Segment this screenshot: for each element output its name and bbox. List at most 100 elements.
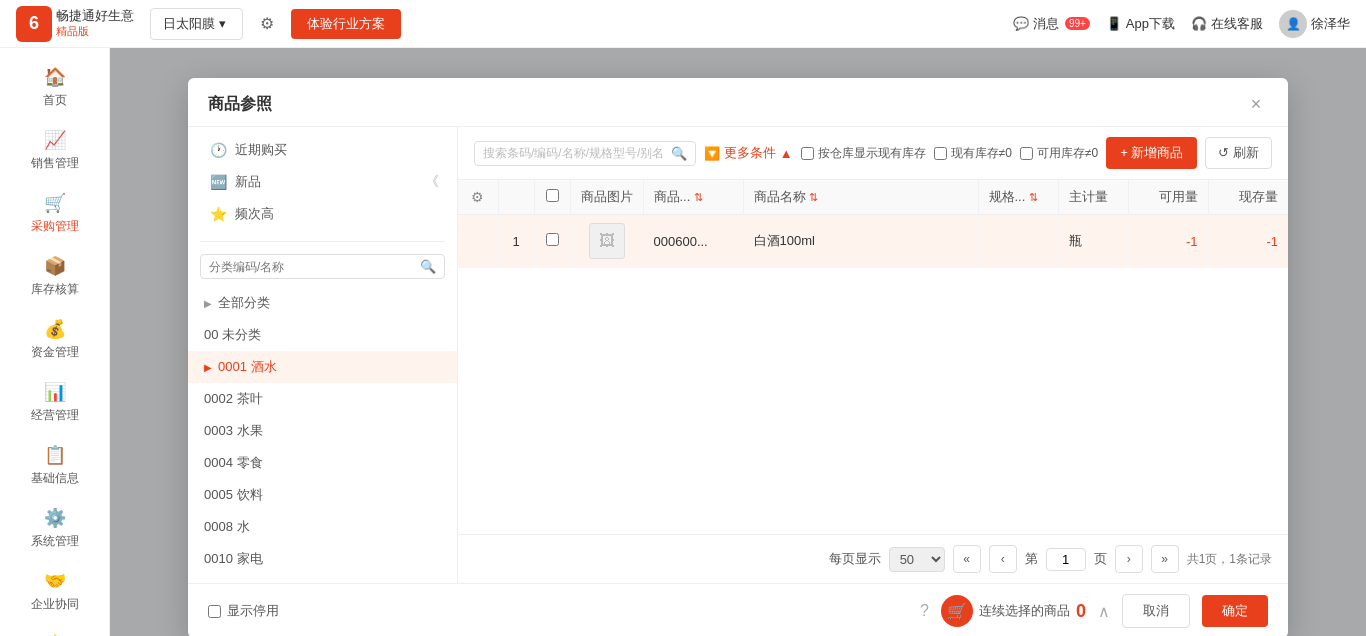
help-icon[interactable]: ? [920,602,929,620]
tab-frequent[interactable]: ⭐ 频次高 [200,199,419,229]
sidebar-item-purchase[interactable]: 🛒 采购管理 [0,182,109,245]
show-disabled-input[interactable] [208,605,221,618]
cart-label: 连续选择的商品 [979,602,1070,620]
footer-collapse-icon[interactable]: ∧ [1098,602,1110,621]
category-item-uncategorized[interactable]: 00 未分类 [188,319,457,351]
last-page-button[interactable]: » [1151,545,1179,573]
td-unit-0: 瓶 [1058,215,1128,268]
sidebar-item-enterprise[interactable]: 🤝 企业协同 [0,560,109,623]
tab-recent-purchase[interactable]: 🕐 近期购买 [200,135,419,165]
table-row[interactable]: 1 🖼 000600... 白酒100ml 瓶 -1 -1 [458,215,1288,268]
purchase-icon: 🛒 [44,192,66,214]
category-item-all[interactable]: ▶ 全部分类 [188,287,457,319]
settings-icon[interactable]: ⚙ [251,8,283,40]
category-item-snack[interactable]: 0004 零食 [188,447,457,479]
modal-overlay: 商品参照 × 🕐 近期购买 [110,48,1366,636]
experience-button[interactable]: 体验行业方案 [291,9,401,39]
sort-icon-spec[interactable]: ⇅ [1029,191,1038,203]
sidebar-item-sales[interactable]: 📈 销售管理 [0,119,109,182]
finance-icon: 💰 [44,318,66,340]
prev-page-button[interactable]: ‹ [989,545,1017,573]
user-profile-item[interactable]: 👤 徐泽华 [1279,10,1350,38]
next-page-button[interactable]: › [1115,545,1143,573]
column-settings-icon[interactable]: ⚙ [471,189,484,205]
logo-icon: 6 [16,6,52,42]
checkbox-stock-not-zero-input[interactable] [934,147,947,160]
enterprise-icon: 🤝 [44,570,66,592]
select-all-checkbox[interactable] [546,189,559,202]
td-num-0: 1 [498,215,534,268]
modal-header: 商品参照 × [188,78,1288,127]
th-spec-label: 规格... [989,189,1026,204]
sidebar-label-finance: 资金管理 [31,344,79,361]
more-filters-button[interactable]: 🔽 更多条件 ▲ [704,144,793,162]
add-product-button[interactable]: + 新增商品 [1106,137,1197,169]
td-name-0: 白酒100ml [743,215,978,268]
sidebar-item-home[interactable]: 🏠 首页 [0,56,109,119]
checkbox-avail-not-zero-input[interactable] [1020,147,1033,160]
pagination: 每页显示 50 10 20 100 « ‹ 第 页 [458,534,1288,583]
category-item-water[interactable]: 0008 水 [188,511,457,543]
checkbox-stock-warehouse-input[interactable] [801,147,814,160]
first-page-button[interactable]: « [953,545,981,573]
td-avail-0: -1 [1128,215,1208,268]
checkbox-avail-not-zero[interactable]: 可用库存≠0 [1020,145,1098,162]
online-service-item[interactable]: 🎧 在线客服 [1191,15,1263,33]
category-item-liquor[interactable]: ▶ 0001 酒水 [188,351,457,383]
sidebar-item-guide[interactable]: 🌟 新手引导 [0,623,109,636]
sort-icon-name[interactable]: ⇅ [809,191,818,203]
category-item-fruit[interactable]: 0003 水果 [188,415,457,447]
category-item-appliance[interactable]: 0010 家电 [188,543,457,575]
sidebar-label-sales: 销售管理 [31,155,79,172]
refresh-button[interactable]: ↺ 刷新 [1205,137,1272,169]
messages-label: 消息 [1033,15,1059,33]
inventory-icon: 📦 [44,255,66,277]
modal-toolbar: 🔍 🔽 更多条件 ▲ 按仓库显示现有库存 [458,127,1288,180]
checkbox-stock-warehouse-label: 按仓库显示现有库存 [818,145,926,162]
page-label: 第 [1025,550,1038,568]
confirm-button[interactable]: 确定 [1202,595,1268,627]
category-item-drink[interactable]: 0005 饮料 [188,479,457,511]
sidebar-item-inventory[interactable]: 📦 库存核算 [0,245,109,308]
sidebar-item-finance[interactable]: 💰 资金管理 [0,308,109,371]
td-settings-0 [458,215,498,268]
sort-icon-code[interactable]: ⇅ [694,191,703,203]
page-size-label: 每页显示 [829,550,881,568]
messages-badge: 99+ [1065,17,1090,30]
sidebar-label-purchase: 采购管理 [31,218,79,235]
tab-new-products[interactable]: 🆕 新品 [200,167,419,197]
category-label-drink: 0005 饮料 [204,486,263,504]
checkbox-show-stock-by-warehouse[interactable]: 按仓库显示现有库存 [801,145,926,162]
th-stock: 现存量 [1208,180,1288,215]
sidebar-item-system[interactable]: ⚙️ 系统管理 [0,497,109,560]
messages-item[interactable]: 💬 消息 99+ [1013,15,1090,33]
store-dropdown[interactable]: 日太阳膜 ▾ [150,8,243,40]
filter-arrow-icon: ▲ [780,146,793,161]
cancel-button[interactable]: 取消 [1122,594,1190,628]
left-panel-collapse-button[interactable]: 《 [419,167,445,197]
message-icon: 💬 [1013,16,1029,31]
sidebar-item-business[interactable]: 📊 经营管理 [0,371,109,434]
checkbox-stock-not-zero[interactable]: 现有库存≠0 [934,145,1012,162]
td-image-0: 🖼 [570,215,643,268]
modal-title: 商品参照 [208,94,272,115]
category-label-tea: 0002 茶叶 [204,390,263,408]
table-header-row: ⚙ 商品图片 商品... [458,180,1288,215]
online-service-label: 在线客服 [1211,15,1263,33]
category-search-input[interactable] [209,260,414,274]
category-label-snack: 0004 零食 [204,454,263,472]
row-checkbox-0[interactable] [546,233,559,246]
page-number-input[interactable] [1046,548,1086,571]
page-size-select[interactable]: 50 10 20 100 [889,547,945,572]
checkbox-avail-not-zero-label: 可用库存≠0 [1037,145,1098,162]
td-spec-0 [978,215,1058,268]
sidebar-item-base-info[interactable]: 📋 基础信息 [0,434,109,497]
category-item-tea[interactable]: 0002 茶叶 [188,383,457,415]
product-search-input[interactable] [483,146,665,160]
app-download-label: App下载 [1126,15,1175,33]
category-label-uncategorized: 00 未分类 [204,326,261,344]
navbar: 6 畅捷通好生意 精品版 日太阳膜 ▾ ⚙ 体验行业方案 💬 消息 99+ 📱 … [0,0,1366,48]
modal-close-button[interactable]: × [1244,92,1268,116]
show-disabled-checkbox[interactable]: 显示停用 [208,602,279,620]
app-download-item[interactable]: 📱 App下载 [1106,15,1175,33]
